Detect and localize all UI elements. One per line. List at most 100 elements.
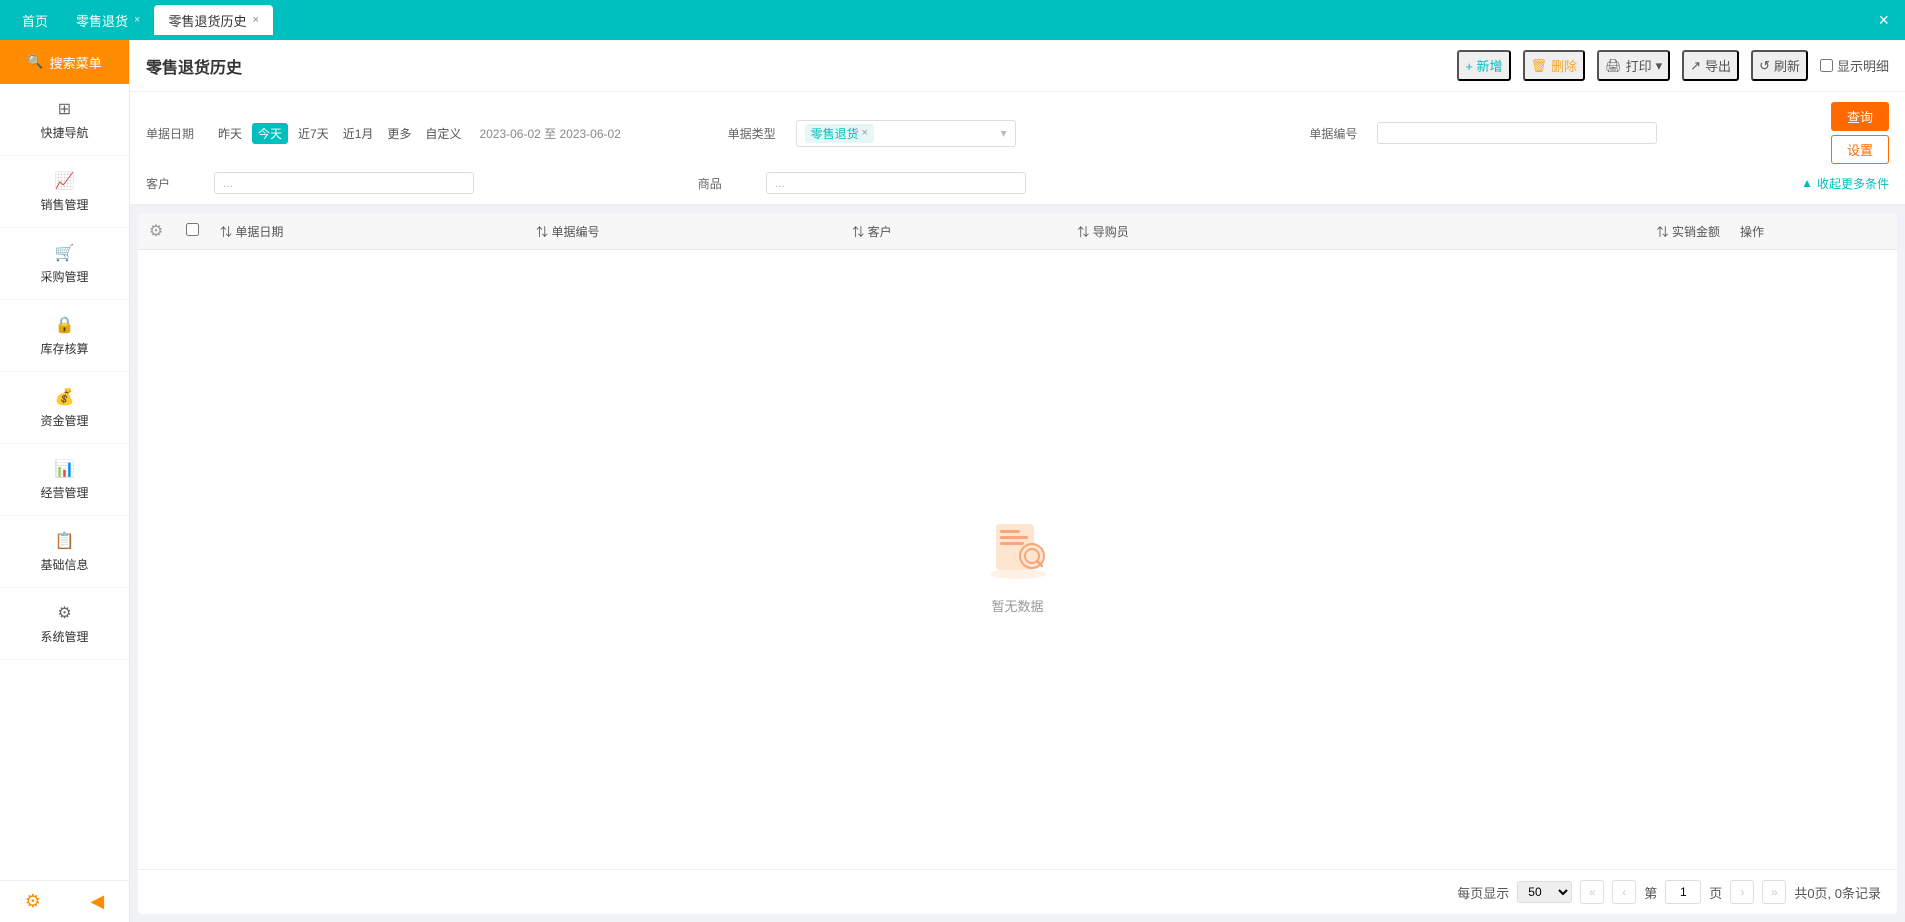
sidebar-item-operation[interactable]: 📊 经营管理: [0, 444, 129, 516]
filter-area: 单据日期 昨天 今天 近7天 近1月 更多 自定义 2023-06-02 至 2…: [130, 92, 1905, 205]
sidebar-item-inventory-label: 库存核算: [40, 340, 88, 357]
goods-input[interactable]: [766, 172, 1026, 194]
sidebar-item-purchase[interactable]: 🛒 采购管理: [0, 228, 129, 300]
pagination-summary: 共0页, 0条记录: [1794, 883, 1881, 902]
collapse-button[interactable]: ▲ 收起更多条件: [1801, 175, 1889, 192]
last-page-button[interactable]: »: [1762, 880, 1786, 904]
print-button[interactable]: 🖨 打印 ▾: [1597, 50, 1670, 81]
tab-retail-return-history-close[interactable]: ×: [252, 14, 258, 26]
print-label: 打印: [1626, 56, 1652, 75]
basic-info-icon: 📋: [54, 530, 76, 552]
top-bar: 首页 零售退货 × 零售退货历史 × ×: [0, 0, 1905, 40]
setting-button[interactable]: 设置: [1831, 135, 1889, 164]
page-size-select[interactable]: 20 50 100: [1517, 881, 1572, 903]
order-no-input[interactable]: [1377, 122, 1657, 144]
date-btn-1month[interactable]: 近1月: [339, 123, 378, 144]
date-btn-custom[interactable]: 自定义: [421, 123, 465, 144]
window-close-icon[interactable]: ×: [1870, 10, 1897, 31]
query-button[interactable]: 查询: [1831, 102, 1889, 131]
type-filter-section: 单据类型 零售退货 × ▾: [728, 120, 1250, 147]
table-wrapper: ⚙ ⇅ 单据日期 ⇅ 单据编号: [138, 213, 1897, 869]
collapse-arrow-icon: ▲: [1801, 176, 1813, 190]
type-tag-remove[interactable]: ×: [862, 127, 868, 139]
system-icon: ⚙: [54, 602, 76, 624]
sidebar-search[interactable]: 🔍 搜索菜单: [0, 40, 129, 84]
sidebar-item-finance-label: 资金管理: [40, 412, 88, 429]
date-btn-today[interactable]: 今天: [252, 123, 288, 144]
sidebar-item-sales[interactable]: 📈 销售管理: [0, 156, 129, 228]
date-btn-7days[interactable]: 近7天: [294, 123, 333, 144]
display-detail-checkbox[interactable]: [1820, 59, 1833, 72]
page-number-input[interactable]: [1665, 880, 1701, 904]
sidebar-item-inventory[interactable]: 🔒 库存核算: [0, 300, 129, 372]
next-page-button[interactable]: ›: [1730, 880, 1754, 904]
column-settings-icon[interactable]: ⚙: [149, 223, 163, 240]
tab-retail-return-history[interactable]: 零售退货历史 ×: [154, 5, 272, 35]
sidebar-item-sales-label: 销售管理: [40, 196, 88, 213]
refresh-label: 刷新: [1774, 56, 1800, 75]
sidebar-item-quick-nav[interactable]: ⊞ 快捷导航: [0, 84, 129, 156]
tab-retail-return-close[interactable]: ×: [134, 14, 140, 26]
col-guide-label: ⇅ 导购员: [1077, 225, 1128, 239]
sidebar-item-basic-info[interactable]: 📋 基础信息: [0, 516, 129, 588]
topbar-right: ×: [1870, 10, 1897, 31]
type-filter-select[interactable]: 零售退货 × ▾: [796, 120, 1016, 147]
empty-state-icon: [978, 504, 1058, 584]
quick-nav-icon: ⊞: [54, 98, 76, 120]
pagination: 每页显示 20 50 100 « ‹ 第 页 › » 共0页, 0条记录: [138, 869, 1897, 914]
collapse-sidebar-icon[interactable]: ◀: [90, 891, 104, 912]
action-buttons: 查询 设置: [1831, 102, 1889, 164]
date-range-display: 2023-06-02 至 2023-06-02: [479, 125, 620, 142]
tab-home[interactable]: 首页: [8, 5, 62, 35]
data-table: ⚙ ⇅ 单据日期 ⇅ 单据编号: [138, 213, 1897, 250]
prev-page-button[interactable]: ‹: [1612, 880, 1636, 904]
col-order-no: ⇅ 单据编号: [526, 213, 842, 250]
delete-button[interactable]: 🗑 删除: [1523, 50, 1586, 81]
table-header-row: ⚙ ⇅ 单据日期 ⇅ 单据编号: [138, 213, 1897, 250]
goods-label: 商品: [698, 175, 758, 192]
sidebar-item-system[interactable]: ⚙ 系统管理: [0, 588, 129, 660]
customer-label: 客户: [146, 175, 206, 192]
col-date-label: ⇅ 单据日期: [220, 225, 283, 239]
select-all-checkbox[interactable]: [186, 223, 199, 236]
date-btn-yesterday[interactable]: 昨天: [214, 123, 246, 144]
finance-icon: 💰: [54, 386, 76, 408]
empty-text: 暂无数据: [991, 596, 1043, 615]
display-detail-label: 显示明细: [1820, 56, 1889, 75]
export-label: 导出: [1705, 56, 1731, 75]
per-page-label: 每页显示: [1457, 883, 1509, 902]
goods-filter-section: 商品: [698, 172, 1210, 194]
search-icon: 🔍: [27, 54, 43, 70]
settings-gear-icon[interactable]: ⚙: [25, 891, 41, 912]
date-btn-more[interactable]: 更多: [383, 123, 415, 144]
add-button[interactable]: + 新增: [1457, 50, 1510, 81]
delete-label: 删除: [1551, 56, 1577, 75]
export-button[interactable]: ↗ 导出: [1682, 50, 1739, 81]
customer-input[interactable]: [214, 172, 474, 194]
date-filter-label: 单据日期: [146, 125, 206, 142]
tab-retail-return[interactable]: 零售退货 ×: [62, 5, 154, 35]
col-operation-label: 操作: [1740, 225, 1764, 239]
filter-row-1: 单据日期 昨天 今天 近7天 近1月 更多 自定义 2023-06-02 至 2…: [146, 102, 1889, 164]
col-customer-label: ⇅ 客户: [852, 225, 891, 239]
tab-retail-return-label: 零售退货: [76, 11, 128, 30]
refresh-button[interactable]: ↺ 刷新: [1751, 50, 1808, 81]
customer-filter-section: 客户: [146, 172, 658, 194]
date-filter-buttons: 昨天 今天 近7天 近1月 更多 自定义 2023-06-02 至 2023-0…: [214, 123, 621, 144]
delete-icon: 🗑: [1531, 58, 1548, 74]
sidebar-item-finance[interactable]: 💰 资金管理: [0, 372, 129, 444]
display-detail-text: 显示明细: [1837, 56, 1889, 75]
collapse-label: 收起更多条件: [1817, 175, 1889, 192]
col-customer: ⇅ 客户: [842, 213, 1067, 250]
table-container: ⚙ ⇅ 单据日期 ⇅ 单据编号: [138, 213, 1897, 914]
col-date: ⇅ 单据日期: [210, 213, 526, 250]
type-tag: 零售退货 ×: [805, 124, 874, 143]
first-page-button[interactable]: «: [1580, 880, 1604, 904]
page-header: 零售退货历史 + 新增 🗑 删除 🖨 打印 ▾ ↗ 导出 ↺: [130, 40, 1905, 92]
inventory-icon: 🔒: [54, 314, 76, 336]
sidebar-bottom: ⚙ ◀: [0, 880, 129, 922]
sidebar-item-purchase-label: 采购管理: [40, 268, 88, 285]
sidebar-item-system-label: 系统管理: [40, 628, 88, 645]
toolbar: + 新增 🗑 删除 🖨 打印 ▾ ↗ 导出 ↺ 刷新: [1457, 50, 1889, 81]
col-order-no-label: ⇅ 单据编号: [536, 225, 599, 239]
